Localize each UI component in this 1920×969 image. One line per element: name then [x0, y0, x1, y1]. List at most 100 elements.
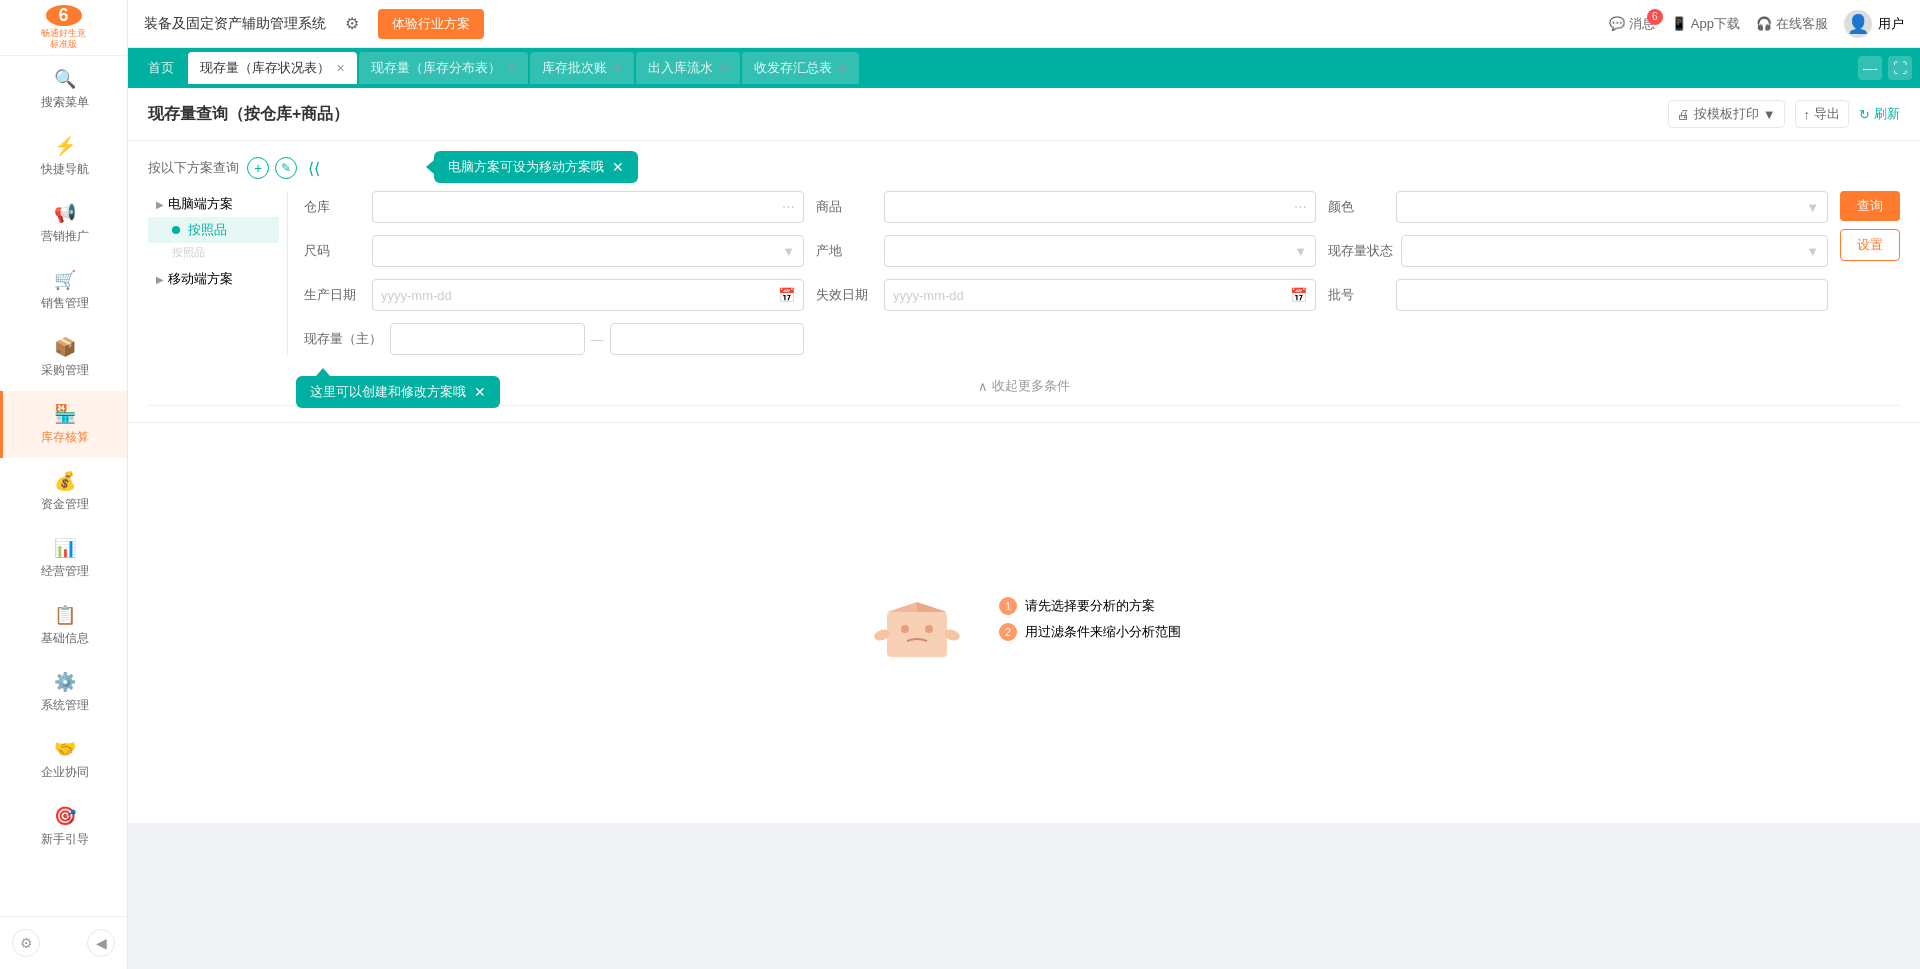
- print-btn[interactable]: 🖨 按模板打印 ▼: [1668, 100, 1785, 128]
- batch-field: 批号: [1328, 279, 1828, 311]
- tab-batch-account-close[interactable]: ✕: [613, 62, 622, 75]
- empty-tips: 1 请先选择要分析的方案 2 用过滤条件来缩小分析范围: [999, 597, 1181, 649]
- user-area[interactable]: 👤 用户: [1844, 10, 1904, 38]
- app-download-btn[interactable]: 📱 App下载: [1671, 15, 1740, 33]
- stock-qty-max-input[interactable]: [610, 323, 805, 355]
- filter-edit-btn[interactable]: ✎: [275, 157, 297, 179]
- sidebar-item-marketing[interactable]: 📢 营销推广: [0, 190, 127, 257]
- user-label: 用户: [1878, 15, 1904, 33]
- industry-btn[interactable]: 体验行业方案: [378, 9, 484, 39]
- export-label: 导出: [1814, 105, 1840, 123]
- batch-label: 批号: [1328, 286, 1388, 304]
- pc-scheme-tooltip-close[interactable]: ✕: [612, 159, 624, 175]
- header-settings-icon[interactable]: ⚙: [338, 10, 366, 38]
- tab-recv-send[interactable]: 收发存汇总表 ✕: [742, 52, 859, 84]
- sidebar-item-guide[interactable]: 🎯 新手引导: [0, 793, 127, 860]
- expiry-date-input[interactable]: yyyy-mm-dd 📅: [884, 279, 1316, 311]
- warehouse-select[interactable]: ···: [372, 191, 804, 223]
- expiry-date-field: 失效日期 yyyy-mm-dd 📅: [816, 279, 1316, 311]
- reset-btn[interactable]: 设置: [1840, 229, 1900, 261]
- range-separator: —: [591, 332, 604, 347]
- tab-inventory-dist[interactable]: 现存量（库存分布表） ✕: [359, 52, 528, 84]
- filter-back-btn[interactable]: ⟨⟨: [303, 157, 325, 179]
- tab-recv-send-label: 收发存汇总表: [754, 59, 832, 77]
- tab-recv-send-close[interactable]: ✕: [838, 62, 847, 75]
- empty-tip-1: 1 请先选择要分析的方案: [999, 597, 1181, 615]
- message-btn[interactable]: 💬 6 消息: [1609, 15, 1655, 33]
- origin-select[interactable]: ▼: [884, 235, 1316, 267]
- origin-label: 产地: [816, 242, 876, 260]
- tip-num-1: 1: [999, 597, 1017, 615]
- goods-field: 商品 ···: [816, 191, 1316, 223]
- tab-minimize-btn[interactable]: —: [1858, 56, 1882, 80]
- color-select[interactable]: ▼: [1396, 191, 1828, 223]
- export-btn[interactable]: ↑ 导出: [1795, 100, 1850, 128]
- goods-select[interactable]: ···: [884, 191, 1316, 223]
- empty-tip-2-text: 用过滤条件来缩小分析范围: [1025, 623, 1181, 641]
- sidebar-item-search[interactable]: 🔍 搜索菜单: [0, 56, 127, 123]
- sidebar-item-basic[interactable]: 📋 基础信息: [0, 592, 127, 659]
- size-select[interactable]: ▼: [372, 235, 804, 267]
- tab-inventory-dist-label: 现存量（库存分布表）: [371, 59, 501, 77]
- tab-inventory-dist-close[interactable]: ✕: [507, 62, 516, 75]
- sidebar-item-sales[interactable]: 🛒 销售管理: [0, 257, 127, 324]
- svg-point-1: [901, 625, 909, 633]
- guide-icon: 🎯: [54, 805, 76, 827]
- production-date-input[interactable]: yyyy-mm-dd 📅: [372, 279, 804, 311]
- refresh-btn[interactable]: ↻ 刷新: [1859, 105, 1900, 123]
- logo-icon: 6: [46, 5, 82, 26]
- sidebar-item-system[interactable]: ⚙️ 系统管理: [0, 659, 127, 726]
- header-left: 装备及固定资产辅助管理系统 ⚙ 体验行业方案: [144, 9, 484, 39]
- online-service-btn[interactable]: 🎧 在线客服: [1756, 15, 1828, 33]
- page-actions: 🖨 按模板打印 ▼ ↑ 导出 ↻ 刷新: [1668, 100, 1900, 128]
- message-badge: 6: [1647, 9, 1663, 25]
- create-edit-tooltip-close[interactable]: ✕: [474, 384, 486, 400]
- production-date-field: 生产日期 yyyy-mm-dd 📅: [304, 279, 804, 311]
- marketing-icon: 📢: [54, 202, 76, 224]
- color-label: 颜色: [1328, 198, 1388, 216]
- sidebar-item-finance[interactable]: 💰 资金管理: [0, 458, 127, 525]
- search-btn[interactable]: 查询: [1840, 191, 1900, 221]
- main-area: 装备及固定资产辅助管理系统 ⚙ 体验行业方案 💬 6 消息 📱 App下载 🎧 …: [128, 0, 1920, 969]
- origin-dropdown-icon: ▼: [1294, 244, 1307, 259]
- sidebar-item-quick-nav[interactable]: ⚡ 快捷导航: [0, 123, 127, 190]
- sales-icon: 🛒: [54, 269, 76, 291]
- pc-scheme-tooltip-text: 电脑方案可设为移动方案哦: [448, 158, 604, 176]
- sidebar-item-system-label: 系统管理: [41, 697, 89, 714]
- collapse-sidebar-btn[interactable]: ◀: [87, 929, 115, 957]
- status-select[interactable]: ▼: [1401, 235, 1828, 267]
- purchase-icon: 📦: [54, 336, 76, 358]
- sidebar-item-inventory[interactable]: 🏪 库存核算: [0, 391, 127, 458]
- empty-tip-1-text: 请先选择要分析的方案: [1025, 597, 1155, 615]
- active-scheme-item[interactable]: 按照品: [148, 217, 279, 243]
- tab-inventory-status-close[interactable]: ✕: [336, 62, 345, 75]
- sidebar-item-search-label: 搜索菜单: [41, 94, 89, 111]
- filter-add-btn[interactable]: +: [247, 157, 269, 179]
- expiry-date-placeholder: yyyy-mm-dd: [893, 288, 964, 303]
- stock-qty-field: 现存量（主） —: [304, 323, 804, 355]
- expiry-date-calendar-icon[interactable]: 📅: [1290, 287, 1307, 303]
- sidebar: 6 畅通好生意 标准版 🔍 搜索菜单 ⚡ 快捷导航 📢 营销推广 🛒 销售管理 …: [0, 0, 128, 969]
- print-dropdown-icon: ▼: [1763, 107, 1776, 122]
- tab-maximize-btn[interactable]: ⛶: [1888, 56, 1912, 80]
- scheme-area: ▶ 电脑端方案 按照品 按照品 ▶ 移动端方案 这里可以创建和修改方案哦: [148, 191, 1900, 355]
- system-title: 装备及固定资产辅助管理系统: [144, 15, 326, 33]
- search-btn-group: 查询 设置: [1840, 191, 1900, 261]
- tab-inout-flow[interactable]: 出入库流水 ✕: [636, 52, 740, 84]
- sidebar-item-enterprise[interactable]: 🤝 企业协同: [0, 726, 127, 793]
- tab-batch-account[interactable]: 库存批次账 ✕: [530, 52, 634, 84]
- tab-inventory-status[interactable]: 现存量（库存状况表） ✕: [188, 52, 357, 84]
- tab-home[interactable]: 首页: [136, 52, 186, 84]
- message-icon: 💬: [1609, 16, 1625, 31]
- origin-field: 产地 ▼: [816, 235, 1316, 267]
- tab-inout-flow-close[interactable]: ✕: [719, 62, 728, 75]
- collapse-btn[interactable]: ∧ 收起更多条件: [978, 377, 1070, 395]
- sidebar-item-purchase[interactable]: 📦 采购管理: [0, 324, 127, 391]
- color-dropdown-icon: ▼: [1806, 200, 1819, 215]
- settings-bottom-btn[interactable]: ⚙: [12, 929, 40, 957]
- batch-input[interactable]: [1396, 279, 1828, 311]
- production-date-calendar-icon[interactable]: 📅: [778, 287, 795, 303]
- sidebar-item-operations[interactable]: 📊 经营管理: [0, 525, 127, 592]
- goods-label: 商品: [816, 198, 876, 216]
- stock-qty-min-input[interactable]: [390, 323, 585, 355]
